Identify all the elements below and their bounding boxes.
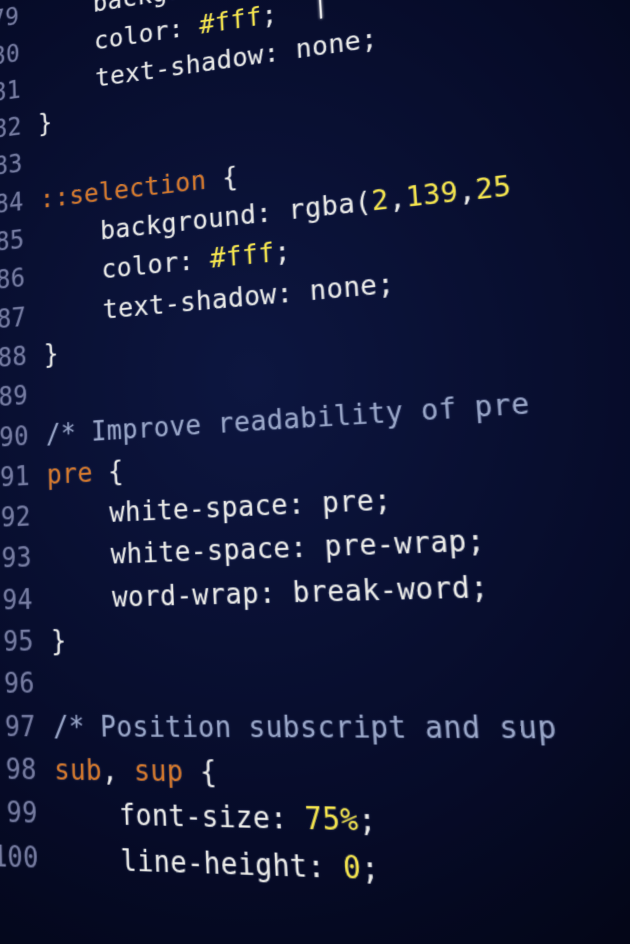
line-number: 99 [0, 792, 38, 837]
line-number: 94 [0, 579, 33, 622]
code-editor[interactable]: 78::-moz-selection {79 background: rgba(… [0, 0, 630, 911]
token-punct: : [307, 849, 345, 885]
line-number: 92 [0, 497, 31, 540]
token-punct: , [101, 755, 134, 788]
token-val: pre-wrap [324, 526, 468, 564]
token-sel: sup [133, 755, 183, 789]
token-punct: : [258, 577, 294, 611]
token-punct: } [38, 109, 53, 139]
token-val: none [309, 270, 379, 307]
token-punct: ; [465, 525, 486, 560]
token-prop: white-space [48, 490, 289, 532]
token-num: 2 [371, 185, 390, 218]
line-number: 85 [0, 221, 25, 265]
line-number: 86 [0, 260, 26, 304]
token-num: 75% [304, 803, 359, 839]
line-number: 98 [0, 749, 37, 793]
token-punct: : [276, 276, 311, 310]
code-content[interactable]: } [43, 334, 59, 375]
code-content[interactable]: } [38, 104, 53, 143]
editor-viewport: 78::-moz-selection {79 background: rgba(… [0, 0, 630, 944]
text-cursor [319, 0, 323, 19]
token-punct: ; [261, 0, 278, 31]
line-number: 100 [0, 835, 39, 881]
token-hex: #fff [209, 239, 275, 276]
token-punct: : [168, 12, 200, 45]
token-prop: line-height [56, 842, 308, 884]
token-punct: { [183, 756, 218, 790]
token-punct: : [289, 532, 325, 566]
token-punct: : [269, 802, 306, 837]
line-number: 91 [0, 457, 30, 500]
token-punct: : [263, 36, 297, 70]
token-val: break-word [292, 571, 471, 609]
code-line[interactable]: 97 /* Position subscript and sup [0, 704, 630, 755]
token-prop: word-wrap [50, 578, 260, 616]
code-content[interactable]: /* Position subscript and sup [53, 705, 559, 753]
token-val: none [295, 26, 362, 65]
token-comment: /* Position subscript and sup [53, 710, 558, 746]
code-content[interactable]: } [51, 620, 68, 663]
line-number: 88 [0, 337, 28, 381]
code-content[interactable]: pre { [46, 451, 124, 496]
line-number: 96 [0, 663, 35, 706]
token-prop: font-size [55, 798, 271, 836]
token-num: 139 [405, 177, 459, 214]
code-content[interactable]: line-height: 0; [56, 837, 381, 893]
token-punct: ( [354, 187, 373, 219]
token-punct: ; [373, 484, 393, 518]
line-number: 93 [0, 538, 32, 581]
token-prop: white-space [49, 533, 292, 574]
token-val: pre [321, 485, 375, 520]
token-punct: ; [357, 804, 377, 840]
code-content[interactable]: sub, sup { [54, 749, 218, 795]
token-num: 25 [475, 171, 513, 206]
token-punct: : [178, 245, 211, 278]
line-number: 87 [0, 298, 27, 342]
token-punct: ; [360, 24, 379, 56]
token-punct: { [206, 162, 239, 195]
token-sel: pre [46, 458, 93, 491]
token-punct: } [51, 626, 67, 658]
token-punct: { [92, 456, 124, 488]
token-hex: #fff [199, 2, 263, 40]
line-number: 97 [0, 706, 36, 749]
line-number: 89 [0, 377, 28, 420]
line-number: 95 [0, 621, 34, 664]
token-punct: : [287, 488, 323, 522]
token-punct: : [255, 196, 289, 230]
token-punct: } [43, 339, 59, 370]
token-punct: , [388, 183, 407, 216]
token-punct: ; [274, 237, 292, 269]
token-punct: ; [360, 851, 380, 887]
line-number: 90 [0, 416, 29, 459]
token-punct: ; [376, 268, 395, 301]
token-func: rgba [288, 189, 356, 227]
token-sel: sub [54, 755, 102, 788]
token-punct: ; [469, 571, 490, 606]
